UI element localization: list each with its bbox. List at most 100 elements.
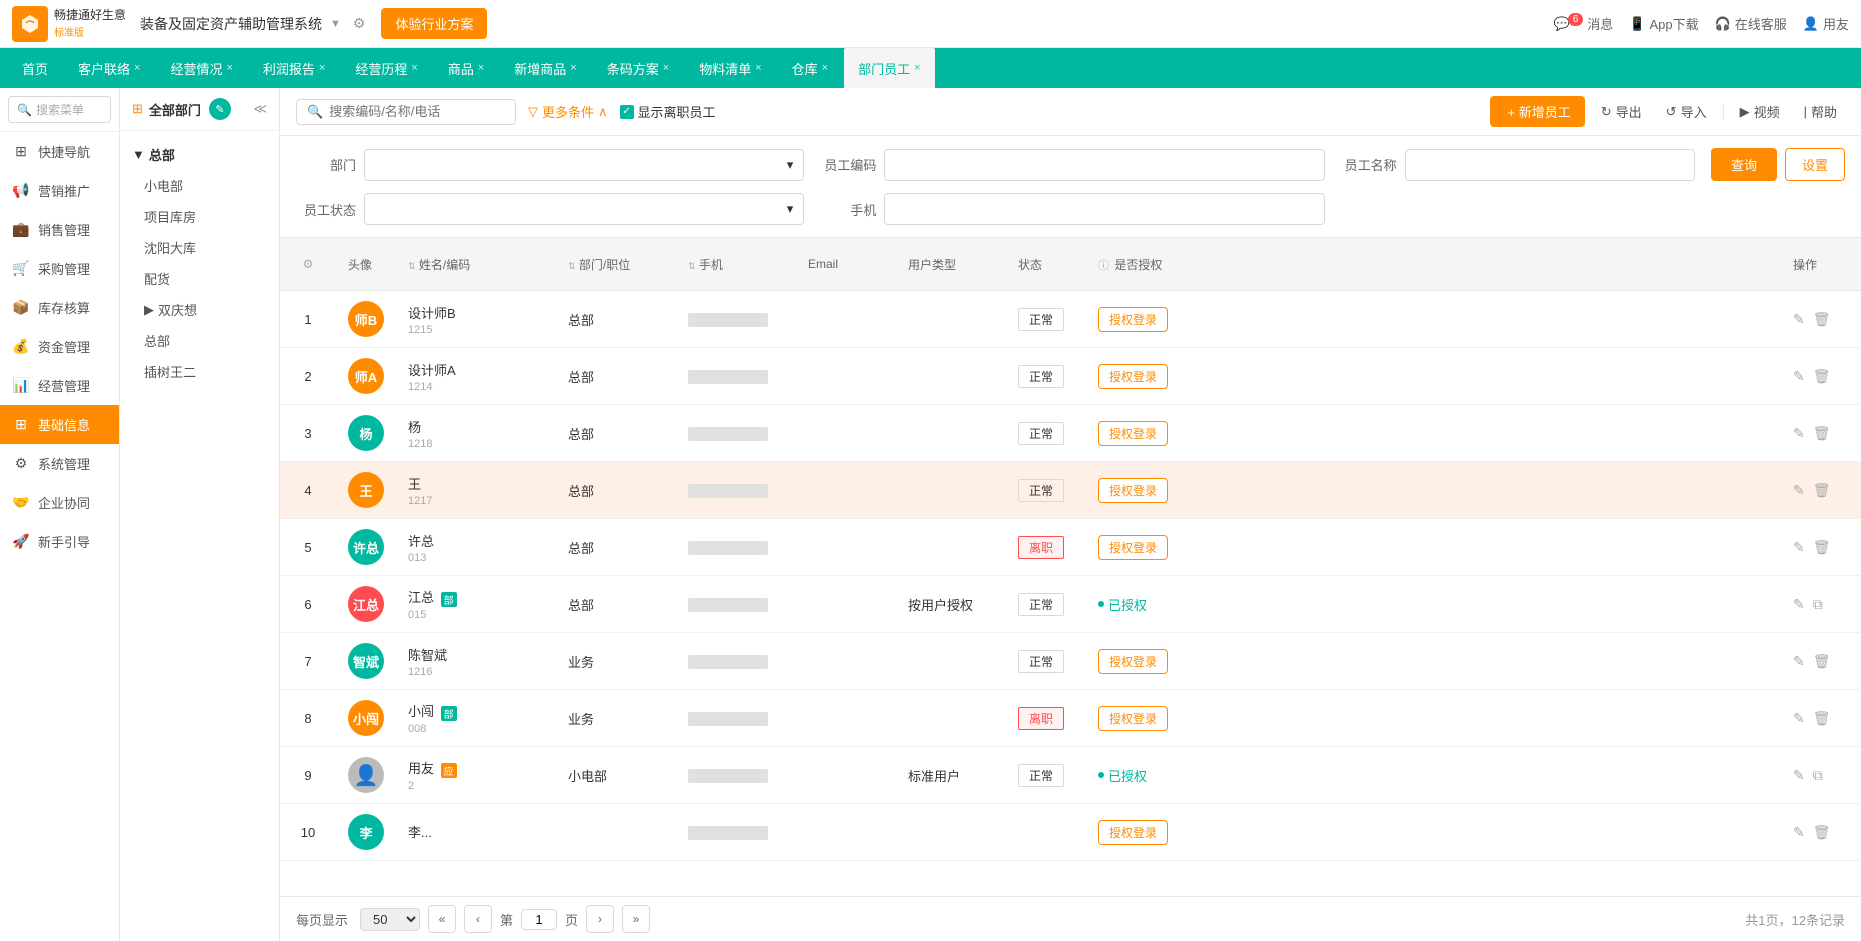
edit-icon[interactable]: ✎	[1793, 767, 1805, 784]
prev-page-button[interactable]: ‹	[464, 905, 492, 933]
dept-tree-item-library[interactable]: 项目库房	[120, 201, 279, 232]
nav-tab-dept-employee[interactable]: 部门员工×	[844, 48, 934, 88]
delete-icon[interactable]: 🗑	[1813, 311, 1831, 328]
nav-tab-operation[interactable]: 经营情况×	[156, 48, 246, 88]
dept-edit-button[interactable]: ✎	[209, 98, 231, 120]
dropdown-arrow-icon[interactable]: ▼	[330, 18, 341, 30]
close-icon[interactable]: ×	[134, 62, 140, 74]
dept-tree-item-root[interactable]: ▼ 总部	[120, 139, 279, 170]
edit-icon[interactable]: ✎	[1793, 425, 1805, 442]
delete-icon[interactable]: 🗑	[1813, 653, 1831, 670]
sidebar-item-collab[interactable]: 🤝 企业协同	[0, 483, 119, 522]
import-button[interactable]: ↺ 导入	[1658, 98, 1715, 125]
close-icon[interactable]: ×	[570, 62, 576, 74]
settings-icon[interactable]: ⚙	[353, 15, 366, 32]
auth-button[interactable]: 授权登录	[1098, 820, 1168, 845]
sidebar-item-guide[interactable]: 🚀 新手引导	[0, 522, 119, 561]
sidebar-item-shortcut[interactable]: ⊞ 快捷导航	[0, 132, 119, 171]
auth-button[interactable]: 授权登录	[1098, 421, 1168, 446]
more-filter-button[interactable]: ▽ 更多条件 ∧	[528, 102, 608, 121]
delete-icon[interactable]: 🗑	[1813, 482, 1831, 499]
auth-button[interactable]: 授权登录	[1098, 364, 1168, 389]
gear-icon[interactable]: ⚙	[292, 248, 324, 280]
dept-tree-item-xiaodibu[interactable]: 小电部	[120, 170, 279, 201]
nav-tab-add-goods[interactable]: 新增商品×	[500, 48, 590, 88]
copy-icon[interactable]: ⧉	[1813, 767, 1823, 784]
auth-button[interactable]: 授权登录	[1098, 649, 1168, 674]
copy-icon[interactable]: ⧉	[1813, 596, 1823, 613]
delete-icon[interactable]: 🗑	[1813, 368, 1831, 385]
nav-tab-profit[interactable]: 利润报告×	[249, 48, 339, 88]
nav-tab-customer[interactable]: 客户联络×	[64, 48, 154, 88]
trial-button[interactable]: 体验行业方案	[381, 8, 487, 39]
sidebar-item-system[interactable]: ⚙ 系统管理	[0, 444, 119, 483]
close-icon[interactable]: ×	[755, 62, 761, 74]
next-page-button[interactable]: ›	[586, 905, 614, 933]
empname-filter-input[interactable]	[1405, 149, 1695, 181]
close-icon[interactable]: ×	[478, 62, 484, 74]
sidebar-item-inventory[interactable]: 📦 库存核算	[0, 288, 119, 327]
auth-button[interactable]: 授权登录	[1098, 535, 1168, 560]
nav-tab-goods[interactable]: 商品×	[434, 48, 498, 88]
delete-icon[interactable]: 🗑	[1813, 710, 1831, 727]
dept-filter-select[interactable]: ▾	[364, 149, 804, 181]
close-icon[interactable]: ×	[319, 62, 325, 74]
delete-icon[interactable]: 🗑	[1813, 539, 1831, 556]
auth-button[interactable]: 授权登录	[1098, 307, 1168, 332]
dept-tree-item-zongbu[interactable]: 总部	[120, 325, 279, 356]
close-icon-active[interactable]: ×	[914, 62, 920, 74]
sidebar-item-marketing[interactable]: 📢 营销推广	[0, 171, 119, 210]
sidebar-search-input[interactable]: 🔍 搜索菜单	[8, 96, 111, 123]
view-button[interactable]: ▶ 视频	[1732, 98, 1788, 125]
sidebar-item-business[interactable]: 📊 经营管理	[0, 366, 119, 405]
edit-icon[interactable]: ✎	[1793, 539, 1805, 556]
dept-tree-item-peihuo[interactable]: 配货	[120, 263, 279, 294]
add-employee-button[interactable]: + 新增员工	[1490, 96, 1585, 127]
delete-icon[interactable]: 🗑	[1813, 824, 1831, 841]
close-icon[interactable]: ×	[663, 62, 669, 74]
dept-tree-item-chashuwang[interactable]: 插树王二	[120, 356, 279, 387]
th-name[interactable]: ⇅ 姓名/编码	[396, 238, 556, 291]
nav-tab-barcode[interactable]: 条码方案×	[593, 48, 683, 88]
dept-collapse-button[interactable]: ≪	[253, 101, 267, 117]
delete-icon[interactable]: 🗑	[1813, 425, 1831, 442]
auth-button[interactable]: 授权登录	[1098, 706, 1168, 731]
set-button[interactable]: 设置	[1785, 148, 1845, 181]
dept-tree-item-shenyang[interactable]: 沈阳大库	[120, 232, 279, 263]
nav-tab-bom[interactable]: 物料清单×	[685, 48, 775, 88]
close-icon[interactable]: ×	[411, 62, 417, 74]
nav-tab-warehouse[interactable]: 仓库×	[778, 48, 842, 88]
empcode-filter-input[interactable]	[884, 149, 1324, 181]
export-button[interactable]: ↻ 导出	[1593, 98, 1650, 125]
phone-filter-input[interactable]	[884, 193, 1324, 225]
message-btn[interactable]: 💬 6 消息	[1554, 14, 1614, 33]
nav-tab-history[interactable]: 经营历程×	[341, 48, 431, 88]
first-page-button[interactable]: «	[428, 905, 456, 933]
show-departed-checkbox[interactable]: ✓	[620, 105, 634, 119]
th-dept[interactable]: ⇅ 部门/职位	[556, 238, 676, 291]
nav-tab-home[interactable]: 首页	[8, 48, 62, 88]
th-phone[interactable]: ⇅ 手机	[676, 238, 796, 291]
edit-icon[interactable]: ✎	[1793, 824, 1805, 841]
page-number-input[interactable]	[521, 909, 557, 930]
help-button[interactable]: | 帮助	[1796, 98, 1845, 125]
sidebar-item-sales[interactable]: 💼 销售管理	[0, 210, 119, 249]
close-icon[interactable]: ×	[226, 62, 232, 74]
sidebar-item-basic[interactable]: ⊞ 基础信息	[0, 405, 119, 444]
edit-icon[interactable]: ✎	[1793, 368, 1805, 385]
query-button[interactable]: 查询	[1711, 148, 1777, 181]
search-input-wrap[interactable]: 🔍	[296, 99, 516, 125]
sidebar-item-finance[interactable]: 💰 资金管理	[0, 327, 119, 366]
edit-icon[interactable]: ✎	[1793, 653, 1805, 670]
th-settings[interactable]: ⚙	[280, 238, 336, 291]
dept-tree-item-shuangqing[interactable]: ▶ 双庆想	[120, 294, 279, 325]
last-page-button[interactable]: »	[622, 905, 650, 933]
online-service-btn[interactable]: 🎧 在线客服	[1715, 14, 1787, 33]
user-btn[interactable]: 👤 用友	[1803, 14, 1849, 33]
close-icon[interactable]: ×	[822, 62, 828, 74]
app-download-btn[interactable]: 📱 App下载	[1629, 14, 1698, 33]
page-size-select[interactable]: 50 100 200	[360, 908, 420, 931]
status-filter-select[interactable]: ▾	[364, 193, 804, 225]
auth-button[interactable]: 授权登录	[1098, 478, 1168, 503]
edit-icon[interactable]: ✎	[1793, 596, 1805, 613]
